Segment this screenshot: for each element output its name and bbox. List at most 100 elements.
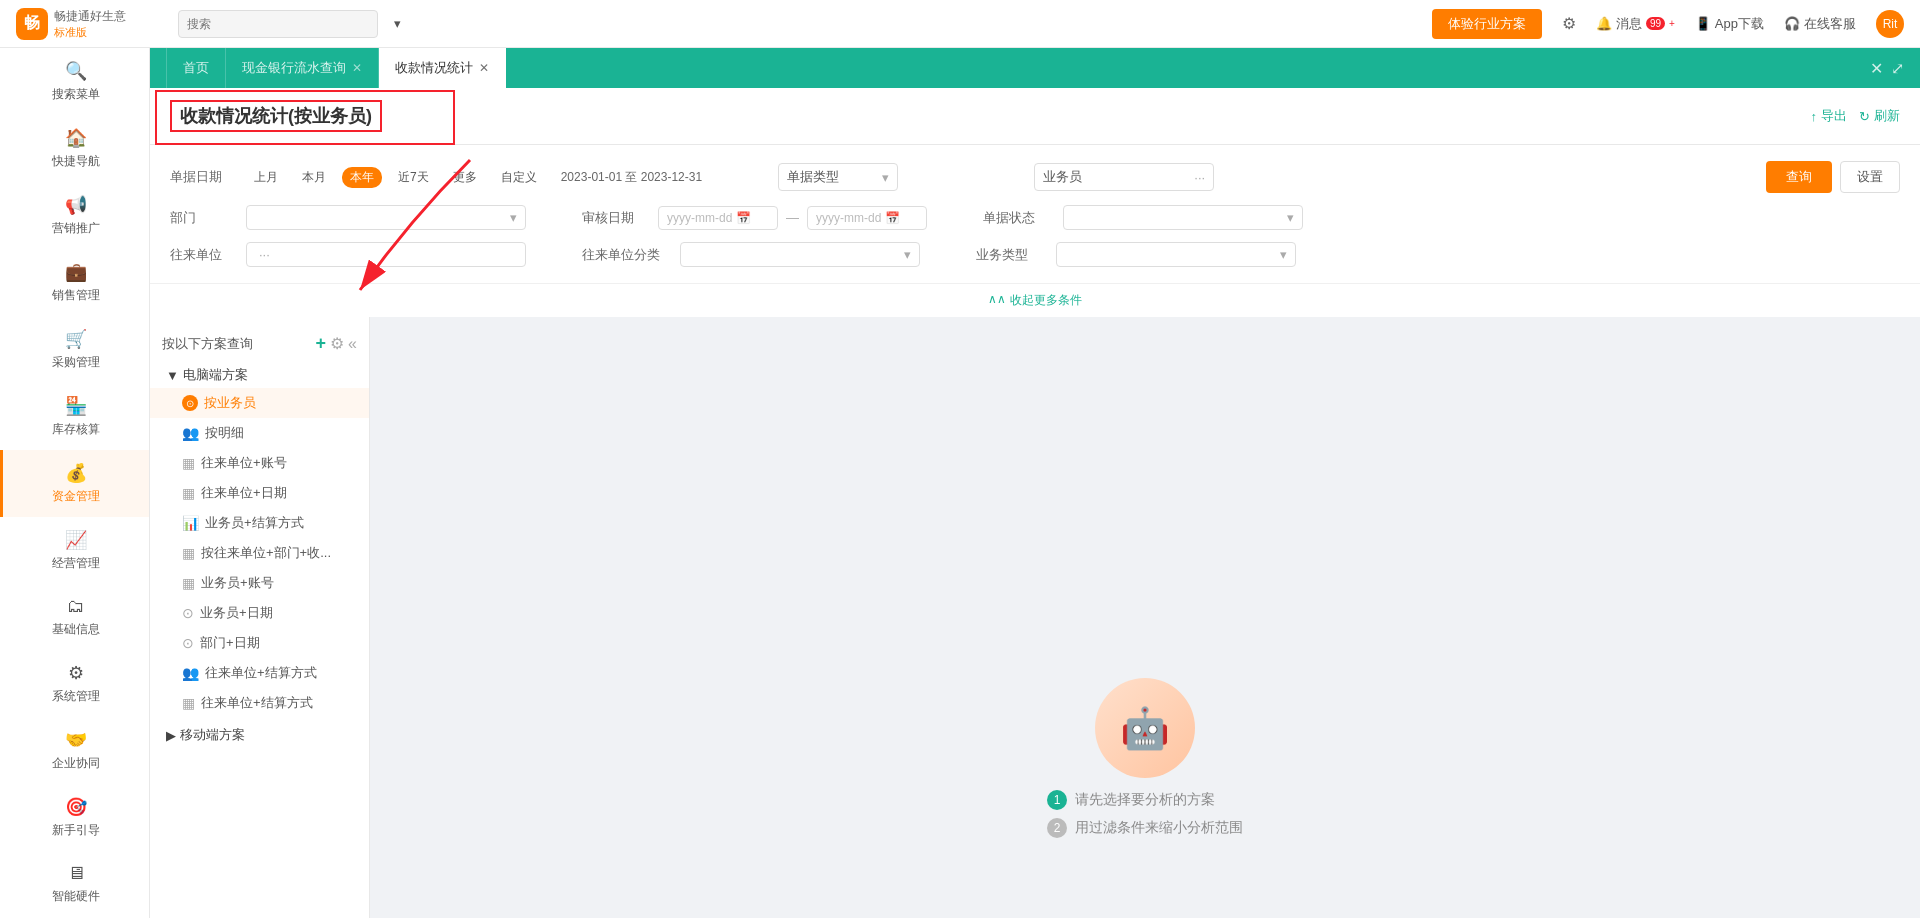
date-tabs-group: 上月 本月 本年 近7天 更多 自定义 bbox=[246, 167, 545, 188]
counterpart-dots[interactable]: ··· bbox=[259, 247, 270, 262]
scheme-settings-icon[interactable]: ⚙ bbox=[330, 334, 344, 353]
dept-select[interactable]: ▾ bbox=[246, 205, 526, 230]
export-icon: ↑ bbox=[1811, 109, 1818, 124]
sidebar-item-sales[interactable]: 💼 销售管理 bbox=[0, 249, 149, 316]
counterpart-label: 往来单位 bbox=[170, 246, 230, 264]
scheme-item-counterpart-account[interactable]: ▦ 往来单位+账号 bbox=[150, 448, 369, 478]
tab-expand-btn[interactable]: ⤢ bbox=[1891, 59, 1904, 78]
date-tab-more[interactable]: 更多 bbox=[445, 167, 485, 188]
doc-type-chevron-icon: ▾ bbox=[882, 170, 889, 185]
group-mobile-expand-icon: ▶ bbox=[166, 728, 176, 743]
tab-bank-close[interactable]: ✕ bbox=[352, 61, 362, 75]
collapse-label: 收起更多条件 bbox=[1010, 292, 1082, 309]
sidebar-label-hardware: 智能硬件 bbox=[52, 888, 100, 905]
scheme-icon-spa: ▦ bbox=[182, 575, 195, 591]
refresh-button[interactable]: ↻ 刷新 bbox=[1859, 107, 1900, 125]
export-button[interactable]: ↑ 导出 bbox=[1811, 107, 1848, 125]
content-area: 按以下方案查询 + ⚙ « ▼ 电脑端方案 ⊙ 按业务员 bbox=[150, 317, 1920, 918]
scheme-item-label-3: 往来单位+日期 bbox=[201, 484, 287, 502]
header-dropdown[interactable]: ▾ bbox=[390, 16, 401, 31]
sidebar-label-basic: 基础信息 bbox=[52, 621, 100, 638]
scheme-item-detail[interactable]: 👥 按明细 bbox=[150, 418, 369, 448]
notification-label: 消息 bbox=[1616, 15, 1642, 33]
date-tab-thisyear[interactable]: 本年 bbox=[342, 167, 382, 188]
app-download-item[interactable]: 📱 App下载 bbox=[1695, 15, 1764, 33]
search-menu-icon: 🔍 bbox=[65, 60, 87, 82]
sidebar-item-hardware[interactable]: 🖥 智能硬件 bbox=[0, 851, 149, 917]
scheme-item-counterpart-date[interactable]: ▦ 往来单位+日期 bbox=[150, 478, 369, 508]
doc-type-select[interactable]: 单据类型 ▾ bbox=[778, 163, 898, 191]
logo-text: 畅捷通好生意 bbox=[54, 8, 126, 25]
top-header: 畅 畅捷通好生意 标准版 ▾ 体验行业方案 ⚙ 🔔 消息 99 + 📱 App下… bbox=[0, 0, 1920, 48]
settings-icon[interactable]: ⚙ bbox=[1562, 14, 1576, 33]
online-service-item[interactable]: 🎧 在线客服 bbox=[1784, 15, 1856, 33]
sidebar-item-system[interactable]: ⚙ 系统管理 bbox=[0, 650, 149, 717]
system-icon: ⚙ bbox=[68, 662, 84, 684]
sidebar-item-quicknav[interactable]: 🏠 快捷导航 bbox=[0, 115, 149, 182]
scheme-item-dept-date[interactable]: ⊙ 部门+日期 bbox=[150, 628, 369, 658]
date-tab-lastmonth[interactable]: 上月 bbox=[246, 167, 286, 188]
review-date-label: 审核日期 bbox=[582, 209, 642, 227]
tab-close-btn[interactable]: ✕ bbox=[1870, 59, 1883, 78]
scheme-item-cp-settlement2[interactable]: ▦ 往来单位+结算方式 bbox=[150, 688, 369, 718]
scheme-item-cp-settlement1[interactable]: 👥 往来单位+结算方式 bbox=[150, 658, 369, 688]
tab-collection[interactable]: 收款情况统计 ✕ bbox=[379, 48, 506, 88]
scheme-item-by-salesperson[interactable]: ⊙ 按业务员 bbox=[150, 388, 369, 418]
doc-status-select[interactable]: ▾ bbox=[1063, 205, 1303, 230]
sidebar-item-search[interactable]: 🔍 搜索菜单 bbox=[0, 48, 149, 115]
date-separator: — bbox=[786, 210, 799, 225]
scheme-group-desktop[interactable]: ▼ 电脑端方案 bbox=[150, 362, 369, 388]
sidebar: 🔍 搜索菜单 🏠 快捷导航 📢 营销推广 💼 销售管理 🛒 采购管理 🏪 库存核… bbox=[0, 48, 150, 918]
app-download-label: App下载 bbox=[1715, 15, 1764, 33]
sidebar-label-quicknav: 快捷导航 bbox=[52, 153, 100, 170]
scheme-item-label-9: 往来单位+结算方式 bbox=[205, 664, 317, 682]
search-input[interactable] bbox=[178, 10, 378, 38]
notification-item[interactable]: 🔔 消息 99 + bbox=[1596, 15, 1675, 33]
review-date-group: yyyy-mm-dd 📅 — yyyy-mm-dd 📅 bbox=[658, 206, 927, 230]
counterpart-select[interactable]: ··· bbox=[246, 242, 526, 267]
dropdown-chevron-icon: ▾ bbox=[394, 16, 401, 31]
salesperson-group: 业务员 ··· bbox=[1034, 163, 1214, 191]
date-tab-custom[interactable]: 自定义 bbox=[493, 167, 545, 188]
scheme-item-label-2: 往来单位+账号 bbox=[201, 454, 287, 472]
query-button[interactable]: 查询 bbox=[1766, 161, 1832, 193]
sidebar-item-inventory[interactable]: 🏪 库存核算 bbox=[0, 383, 149, 450]
empty-robot-icon: 🤖 bbox=[1095, 678, 1195, 778]
collapse-row[interactable]: ∧∧ 收起更多条件 bbox=[150, 283, 1920, 317]
scheme-add-icon[interactable]: + bbox=[316, 333, 327, 354]
tab-home[interactable]: 首页 bbox=[166, 48, 226, 88]
tab-collection-close[interactable]: ✕ bbox=[479, 61, 489, 75]
sidebar-item-basic[interactable]: 🗂 基础信息 bbox=[0, 584, 149, 650]
operations-icon: 📈 bbox=[65, 529, 87, 551]
date-tab-7days[interactable]: 近7天 bbox=[390, 167, 437, 188]
sidebar-item-guide[interactable]: 🎯 新手引导 bbox=[0, 784, 149, 851]
doc-status-chevron-icon: ▾ bbox=[1287, 210, 1294, 225]
step-2-text: 用过滤条件来缩小分析范围 bbox=[1075, 819, 1243, 837]
scheme-group-mobile[interactable]: ▶ 移动端方案 bbox=[150, 722, 369, 748]
sidebar-item-finance[interactable]: 💰 资金管理 bbox=[0, 450, 149, 517]
salesperson-select[interactable]: 业务员 ··· bbox=[1034, 163, 1214, 191]
scheme-item-label-8: 部门+日期 bbox=[200, 634, 260, 652]
scheme-item-salesperson-settlement[interactable]: 📊 业务员+结算方式 bbox=[150, 508, 369, 538]
user-avatar[interactable]: Rit bbox=[1876, 10, 1904, 38]
sidebar-item-enterprise[interactable]: 🤝 企业协同 bbox=[0, 717, 149, 784]
sidebar-item-marketing[interactable]: 📢 营销推广 bbox=[0, 182, 149, 249]
biz-type-select[interactable]: ▾ bbox=[1056, 242, 1296, 267]
scheme-collapse-icon[interactable]: « bbox=[348, 335, 357, 353]
notification-plus: + bbox=[1669, 18, 1675, 29]
settings-button[interactable]: 设置 bbox=[1840, 161, 1900, 193]
page-title: 收款情况统计(按业务员) bbox=[170, 100, 382, 132]
page-header-actions: ↑ 导出 ↻ 刷新 bbox=[1811, 107, 1901, 125]
date-tab-thismonth[interactable]: 本月 bbox=[294, 167, 334, 188]
review-date-to[interactable]: yyyy-mm-dd 📅 bbox=[807, 206, 927, 230]
counterpart-category-select[interactable]: ▾ bbox=[680, 242, 920, 267]
sidebar-item-operations[interactable]: 📈 经营管理 bbox=[0, 517, 149, 584]
sidebar-item-purchase[interactable]: 🛒 采购管理 bbox=[0, 316, 149, 383]
sidebar-label-inventory: 库存核算 bbox=[52, 421, 100, 438]
review-date-from[interactable]: yyyy-mm-dd 📅 bbox=[658, 206, 778, 230]
trial-button[interactable]: 体验行业方案 bbox=[1432, 9, 1542, 39]
tab-bank[interactable]: 现金银行流水查询 ✕ bbox=[226, 48, 379, 88]
scheme-item-counterpart-dept[interactable]: ▦ 按往来单位+部门+收... bbox=[150, 538, 369, 568]
scheme-item-salesperson-date[interactable]: ⊙ 业务员+日期 bbox=[150, 598, 369, 628]
scheme-item-salesperson-account[interactable]: ▦ 业务员+账号 bbox=[150, 568, 369, 598]
